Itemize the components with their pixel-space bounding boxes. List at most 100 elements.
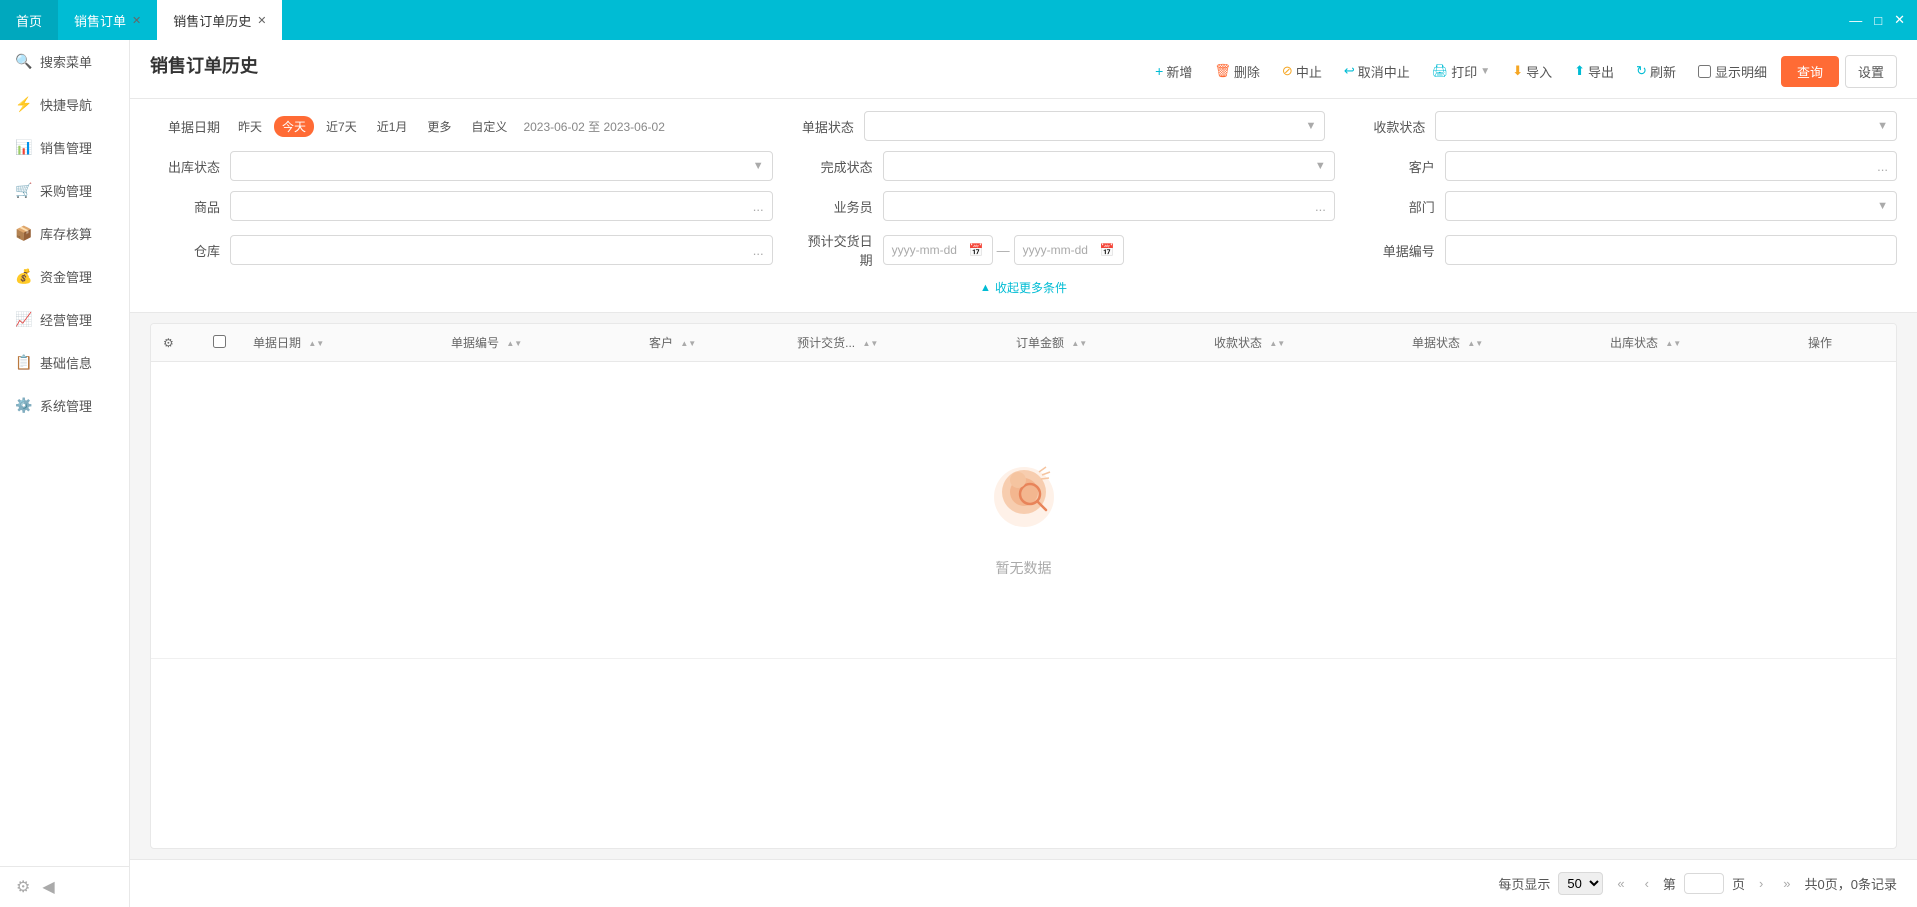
warehouse-filter: ...: [230, 235, 773, 265]
date-separator: —: [997, 243, 1010, 258]
filter-row-3: 商品 ... 业务员 ... 部门: [150, 191, 1897, 221]
close-icon[interactable]: ✕: [1894, 12, 1905, 28]
show-detail-checkbox[interactable]: [1698, 65, 1711, 78]
query-button[interactable]: 查询: [1781, 56, 1839, 87]
settings-button[interactable]: 设置: [1845, 55, 1897, 88]
customer-input[interactable]: ...: [1445, 151, 1897, 181]
bill-status-label: 单据状态: [784, 117, 864, 136]
sidebar-bottom: ⚙ ◀: [0, 866, 129, 907]
product-dots[interactable]: ...: [753, 199, 764, 214]
purchase-icon: 🛒: [16, 183, 32, 199]
maximize-icon[interactable]: □: [1874, 13, 1882, 28]
import-btn[interactable]: ⬇ 导入: [1504, 58, 1560, 85]
sidebar-item-quick-nav[interactable]: ⚡ 快捷导航: [0, 83, 129, 126]
print-btn[interactable]: 🖨 打印 ▼: [1424, 58, 1498, 85]
sidebar-item-purchase[interactable]: 🛒 采购管理: [0, 169, 129, 212]
collapse-row: ▲ 收起更多条件: [150, 275, 1897, 300]
expected-date-end[interactable]: yyyy-mm-dd 📅: [1014, 235, 1124, 265]
current-page-input[interactable]: 1: [1684, 873, 1724, 894]
col-receipt-status[interactable]: 收款状态 ▲▼: [1202, 324, 1400, 362]
sidebar-collapse-icon[interactable]: ◀: [42, 877, 54, 897]
page-size-select[interactable]: 50: [1558, 872, 1603, 895]
col-date[interactable]: 单据日期 ▲▼: [241, 324, 439, 362]
col-customer[interactable]: 客户 ▲▼: [637, 324, 785, 362]
checkbox-col-header[interactable]: [201, 324, 241, 362]
bill-status-filter: ▼: [864, 111, 1326, 141]
last-page-btn[interactable]: »: [1777, 874, 1796, 893]
warehouse-input[interactable]: ...: [230, 235, 773, 265]
page-title: 销售订单历史: [150, 52, 258, 78]
minimize-icon[interactable]: —: [1849, 13, 1862, 28]
receipt-status-arrow: ▼: [1877, 120, 1888, 132]
sidebar-item-search-menu[interactable]: 🔍 搜索菜单: [0, 40, 129, 83]
sidebar-item-sales[interactable]: 📊 销售管理: [0, 126, 129, 169]
sidebar-item-business[interactable]: 📈 经营管理: [0, 298, 129, 341]
settings-col-header[interactable]: ⚙: [151, 324, 201, 362]
bill-status-arrow: ▼: [1306, 120, 1317, 132]
select-all-checkbox[interactable]: [213, 335, 226, 348]
next-page-btn[interactable]: ›: [1753, 874, 1769, 893]
sidebar-item-inventory-label: 库存核算: [40, 224, 92, 243]
col-order-amount[interactable]: 订单金额 ▲▼: [1004, 324, 1202, 362]
complete-status-label: 完成状态: [803, 157, 883, 176]
bill-status-select[interactable]: ▼: [864, 111, 1326, 141]
expected-date-start[interactable]: yyyy-mm-dd 📅: [883, 235, 993, 265]
tab-sales-history[interactable]: 销售订单历史 ✕: [157, 0, 282, 40]
sidebar-item-finance[interactable]: 💰 资金管理: [0, 255, 129, 298]
top-bar: 首页 销售订单 ✕ 销售订单历史 ✕ — □ ✕: [0, 0, 1917, 40]
tab-sales-order-close[interactable]: ✕: [132, 14, 141, 27]
warehouse-dots[interactable]: ...: [753, 243, 764, 258]
date-filter: 昨天 今天 近7天 近1月 更多 自定义 2023-06-02 至 2023-0…: [230, 116, 784, 137]
pagination: 每页显示 50 « ‹ 第 1 页 › » 共0页，0条记录: [130, 859, 1917, 907]
export-btn[interactable]: ⬆ 导出: [1566, 58, 1622, 85]
salesperson-dots[interactable]: ...: [1315, 199, 1326, 214]
col-bill-no[interactable]: 单据编号 ▲▼: [439, 324, 637, 362]
date-btn-today[interactable]: 今天: [274, 116, 314, 137]
dept-arrow: ▼: [1877, 200, 1888, 212]
col-expected-date[interactable]: 预计交货... ▲▼: [785, 324, 1004, 362]
collapse-button[interactable]: ▲ 收起更多条件: [976, 275, 1071, 300]
salesperson-input[interactable]: ...: [883, 191, 1335, 221]
product-input[interactable]: ...: [230, 191, 773, 221]
date-btn-7days[interactable]: 近7天: [318, 116, 365, 137]
date-label: 单据日期: [150, 117, 230, 136]
col-warehouse-status[interactable]: 出库状态 ▲▼: [1598, 324, 1796, 362]
toolbar: + 新增 🗑 删除 ⊘ 中止 ↩ 取消中止: [1147, 55, 1897, 88]
product-label: 商品: [150, 197, 230, 216]
warehouse-status-arrow: ▼: [753, 160, 764, 172]
first-page-btn[interactable]: «: [1611, 874, 1630, 893]
empty-illustration: [974, 442, 1074, 542]
receipt-status-select[interactable]: ▼: [1435, 111, 1897, 141]
customer-dots[interactable]: ...: [1877, 159, 1888, 174]
date-btn-custom[interactable]: 自定义: [463, 116, 515, 137]
empty-state: 暂无数据: [151, 362, 1896, 658]
dept-select[interactable]: ▼: [1445, 191, 1897, 221]
refresh-btn[interactable]: ↻ 刷新: [1628, 58, 1684, 85]
new-btn[interactable]: + 新增: [1147, 58, 1200, 85]
tab-sales-order[interactable]: 销售订单 ✕: [58, 0, 157, 40]
sidebar-item-sys-mgmt[interactable]: ⚙️ 系统管理: [0, 384, 129, 427]
stop-btn[interactable]: ⊘ 中止: [1274, 58, 1330, 85]
table-settings-icon[interactable]: ⚙: [163, 336, 174, 350]
warehouse-status-select[interactable]: ▼: [230, 151, 773, 181]
delete-btn[interactable]: 🗑 删除: [1206, 58, 1268, 85]
show-detail-toggle[interactable]: 显示明细: [1690, 58, 1775, 85]
date-btn-1month[interactable]: 近1月: [369, 116, 416, 137]
sidebar-settings-icon[interactable]: ⚙: [16, 877, 30, 897]
sidebar-item-inventory[interactable]: 📦 库存核算: [0, 212, 129, 255]
sidebar-item-business-label: 经营管理: [40, 310, 92, 329]
complete-status-select[interactable]: ▼: [883, 151, 1335, 181]
bill-no-input[interactable]: [1445, 235, 1897, 265]
stop-icon: ⊘: [1282, 63, 1293, 79]
col-bill-status[interactable]: 单据状态 ▲▼: [1400, 324, 1598, 362]
cancel-stop-btn[interactable]: ↩ 取消中止: [1336, 58, 1418, 85]
date-range-text: 2023-06-02 至 2023-06-02: [523, 118, 664, 135]
sidebar-item-basic-info[interactable]: 📋 基础信息: [0, 341, 129, 384]
sort-customer-icon: ▲▼: [680, 339, 696, 348]
tab-home[interactable]: 首页: [0, 0, 58, 40]
date-btn-yesterday[interactable]: 昨天: [230, 116, 270, 137]
prev-page-btn[interactable]: ‹: [1639, 874, 1655, 893]
business-icon: 📈: [16, 312, 32, 328]
tab-sales-history-close[interactable]: ✕: [257, 14, 266, 27]
date-btn-more[interactable]: 更多: [419, 116, 459, 137]
